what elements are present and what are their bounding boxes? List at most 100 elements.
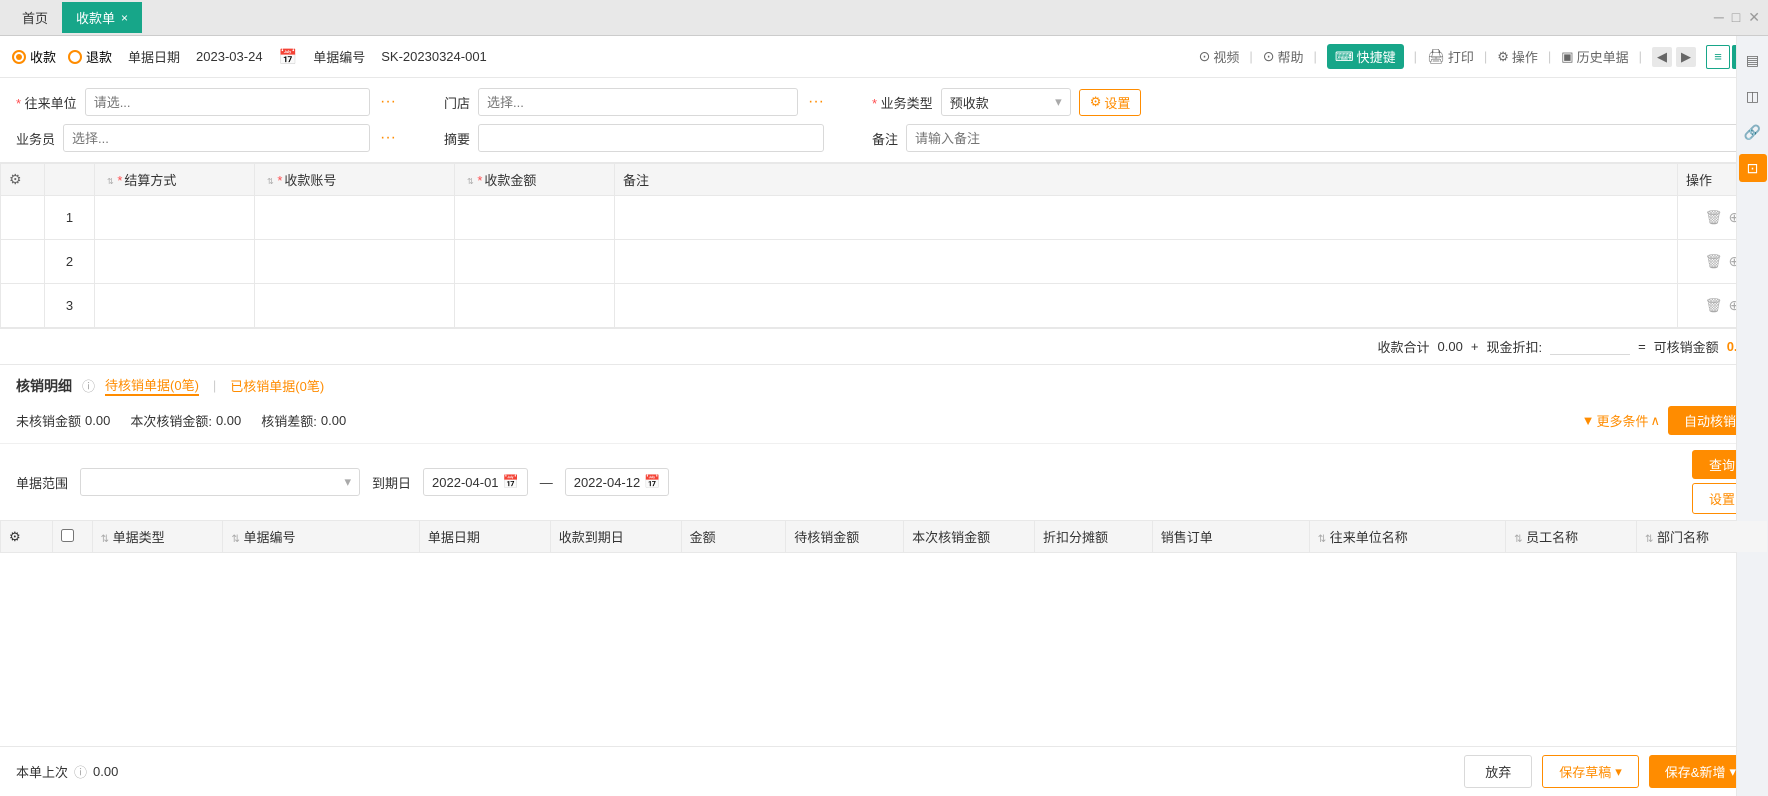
- tab-home[interactable]: 首页: [8, 2, 62, 33]
- btn-kuaijian[interactable]: ⌨ 快捷键: [1327, 44, 1404, 69]
- partner-more-icon[interactable]: ···: [380, 93, 396, 111]
- sidebar-icon-3[interactable]: 🔗: [1739, 118, 1767, 146]
- tab-current[interactable]: 收款单 ×: [62, 2, 142, 33]
- btn-abandon[interactable]: 放弃: [1464, 755, 1532, 788]
- td-amount-3[interactable]: [455, 284, 615, 328]
- footer-left: 本单上次 ⓘ 0.00: [16, 762, 118, 781]
- th-amount: ⇅ 收款金额: [455, 164, 615, 196]
- minimize-icon[interactable]: ─: [1714, 9, 1724, 26]
- footer: 本单上次 ⓘ 0.00 放弃 保存草稿 ▾ 保存&新增 ▾: [0, 746, 1768, 796]
- stat-this-time-value: 0.00: [216, 413, 241, 428]
- th-settings[interactable]: ⚙: [1, 164, 45, 196]
- td-amount-1[interactable]: [455, 196, 615, 240]
- td-settings-2: [1, 240, 45, 284]
- actions-icon: ⚙: [1497, 49, 1509, 65]
- partner-group: 往来单位 ···: [16, 88, 396, 116]
- td-num-3: 3: [45, 284, 95, 328]
- btn-print[interactable]: 🖨 打印: [1427, 47, 1474, 66]
- date-to-picker[interactable]: 2022-04-12 📅: [565, 468, 670, 496]
- history-icon: ▣: [1561, 49, 1573, 65]
- range-select[interactable]: ▾: [80, 468, 360, 496]
- summary-discount-label: 现金折扣:: [1486, 337, 1542, 356]
- td-settings-1: [1, 196, 45, 240]
- sidebar-icon-2[interactable]: ◫: [1739, 82, 1767, 110]
- btn-actions-label: 操作: [1512, 47, 1538, 66]
- bth-checkbox[interactable]: [53, 521, 92, 553]
- summary-group: 摘要: [444, 124, 824, 152]
- btn-setting[interactable]: ⚙ 设置: [1079, 89, 1142, 116]
- btn-save-draft[interactable]: 保存草稿 ▾: [1542, 755, 1639, 788]
- stat-diff: 核销差额: 0.00: [261, 411, 346, 430]
- list-view-icon[interactable]: ≡: [1706, 45, 1730, 69]
- partner-input[interactable]: [85, 88, 370, 116]
- video-icon: ⊙: [1199, 48, 1211, 65]
- table-gear-icon[interactable]: ⚙: [9, 171, 22, 187]
- btn-setting-label: 设置: [1104, 93, 1130, 112]
- summary-input[interactable]: [478, 124, 824, 152]
- btn-save-new-label: 保存&新增: [1665, 762, 1726, 781]
- store-group: 门店 ···: [444, 88, 824, 116]
- td-settle-1[interactable]: [95, 196, 255, 240]
- stat-unchecked-value: 0.00: [85, 413, 110, 428]
- next-arrow[interactable]: ▶: [1676, 47, 1696, 67]
- bth-settings[interactable]: ⚙: [1, 521, 53, 553]
- delete-icon-1[interactable]: 🗑: [1705, 209, 1723, 226]
- prev-arrow[interactable]: ◀: [1652, 47, 1672, 67]
- store-input[interactable]: [478, 88, 798, 116]
- date-to-value: 2022-04-12: [574, 475, 641, 490]
- btn-help[interactable]: ⊙ 帮助: [1263, 47, 1304, 66]
- filter-more-btn[interactable]: ▼ 更多条件 ∧: [1582, 411, 1660, 430]
- bottom-gear-icon[interactable]: ⚙: [9, 529, 21, 544]
- th-account: ⇅ 收款账号: [255, 164, 455, 196]
- filter-icon: ▼: [1582, 413, 1595, 428]
- salesperson-input[interactable]: [63, 124, 370, 152]
- date-from-picker[interactable]: 2022-04-01 📅: [423, 468, 528, 496]
- td-account-3[interactable]: [255, 284, 455, 328]
- td-remark-3[interactable]: [615, 284, 1678, 328]
- hexiao-section: 核销明细 ⓘ 待核销单据(0笔) | 已核销单据(0笔) 未核销金额 0.00 …: [0, 365, 1768, 746]
- th-amount-label: 收款金额: [477, 173, 536, 188]
- td-account-2[interactable]: [255, 240, 455, 284]
- close-icon[interactable]: ✕: [1748, 9, 1760, 26]
- th-settle-label: 结算方式: [117, 173, 176, 188]
- summary-discount-input[interactable]: [1550, 339, 1630, 355]
- radio-tuikuan[interactable]: 退款: [68, 47, 112, 66]
- tab-done[interactable]: 已核销单据(0笔): [230, 376, 324, 395]
- sidebar-icon-1[interactable]: ▤: [1739, 46, 1767, 74]
- td-amount-2[interactable]: [455, 240, 615, 284]
- footer-current-label: 本单上次: [16, 762, 68, 781]
- tab-close-icon[interactable]: ×: [121, 11, 128, 25]
- bottom-table-section[interactable]: ⚙ ⇅ 单据类型 ⇅ 单据编号 单据日期: [0, 520, 1768, 746]
- date-label: 单据日期: [128, 47, 180, 66]
- sidebar-icon-4[interactable]: ⊡: [1739, 154, 1767, 182]
- select-all-checkbox[interactable]: [61, 529, 74, 542]
- td-remark-2[interactable]: [615, 240, 1678, 284]
- td-account-1[interactable]: [255, 196, 455, 240]
- salesperson-more-icon[interactable]: ···: [380, 129, 396, 147]
- hexiao-info-icon[interactable]: ⓘ: [82, 376, 95, 395]
- table-row: 1 🗑 ⊕: [1, 196, 1768, 240]
- td-settle-3[interactable]: [95, 284, 255, 328]
- delete-icon-2[interactable]: 🗑: [1705, 253, 1723, 270]
- btn-video[interactable]: ⊙ 视频: [1199, 47, 1240, 66]
- remark-group: 备注: [872, 124, 1752, 152]
- btn-actions[interactable]: ⚙ 操作: [1497, 47, 1538, 66]
- th-num: [45, 164, 95, 196]
- store-more-icon[interactable]: ···: [808, 93, 824, 111]
- td-remark-1[interactable]: [615, 196, 1678, 240]
- maximize-icon[interactable]: □: [1732, 9, 1740, 26]
- radio-shoukuan[interactable]: 收款: [12, 47, 56, 66]
- btn-kuaijian-label: 快捷键: [1357, 47, 1396, 66]
- delete-icon-3[interactable]: 🗑: [1705, 297, 1723, 314]
- table-header-row: ⚙ ⇅ 结算方式 ⇅ 收款账号 ⇅ 收款金额 备注: [1, 164, 1768, 196]
- calendar-icon[interactable]: 📅: [279, 48, 298, 66]
- tab-pending[interactable]: 待核销单据(0笔): [105, 375, 199, 396]
- td-settle-2[interactable]: [95, 240, 255, 284]
- table-section: ⚙ ⇅ 结算方式 ⇅ 收款账号 ⇅ 收款金额 备注: [0, 163, 1768, 329]
- business-type-select[interactable]: 预收款 ▾: [941, 88, 1071, 116]
- hexiao-title: 核销明细: [16, 376, 72, 396]
- range-label: 单据范围: [16, 473, 68, 492]
- footer-info-icon[interactable]: ⓘ: [74, 762, 87, 781]
- remark-input[interactable]: [906, 124, 1752, 152]
- btn-history[interactable]: ▣ 历史单据: [1561, 47, 1628, 66]
